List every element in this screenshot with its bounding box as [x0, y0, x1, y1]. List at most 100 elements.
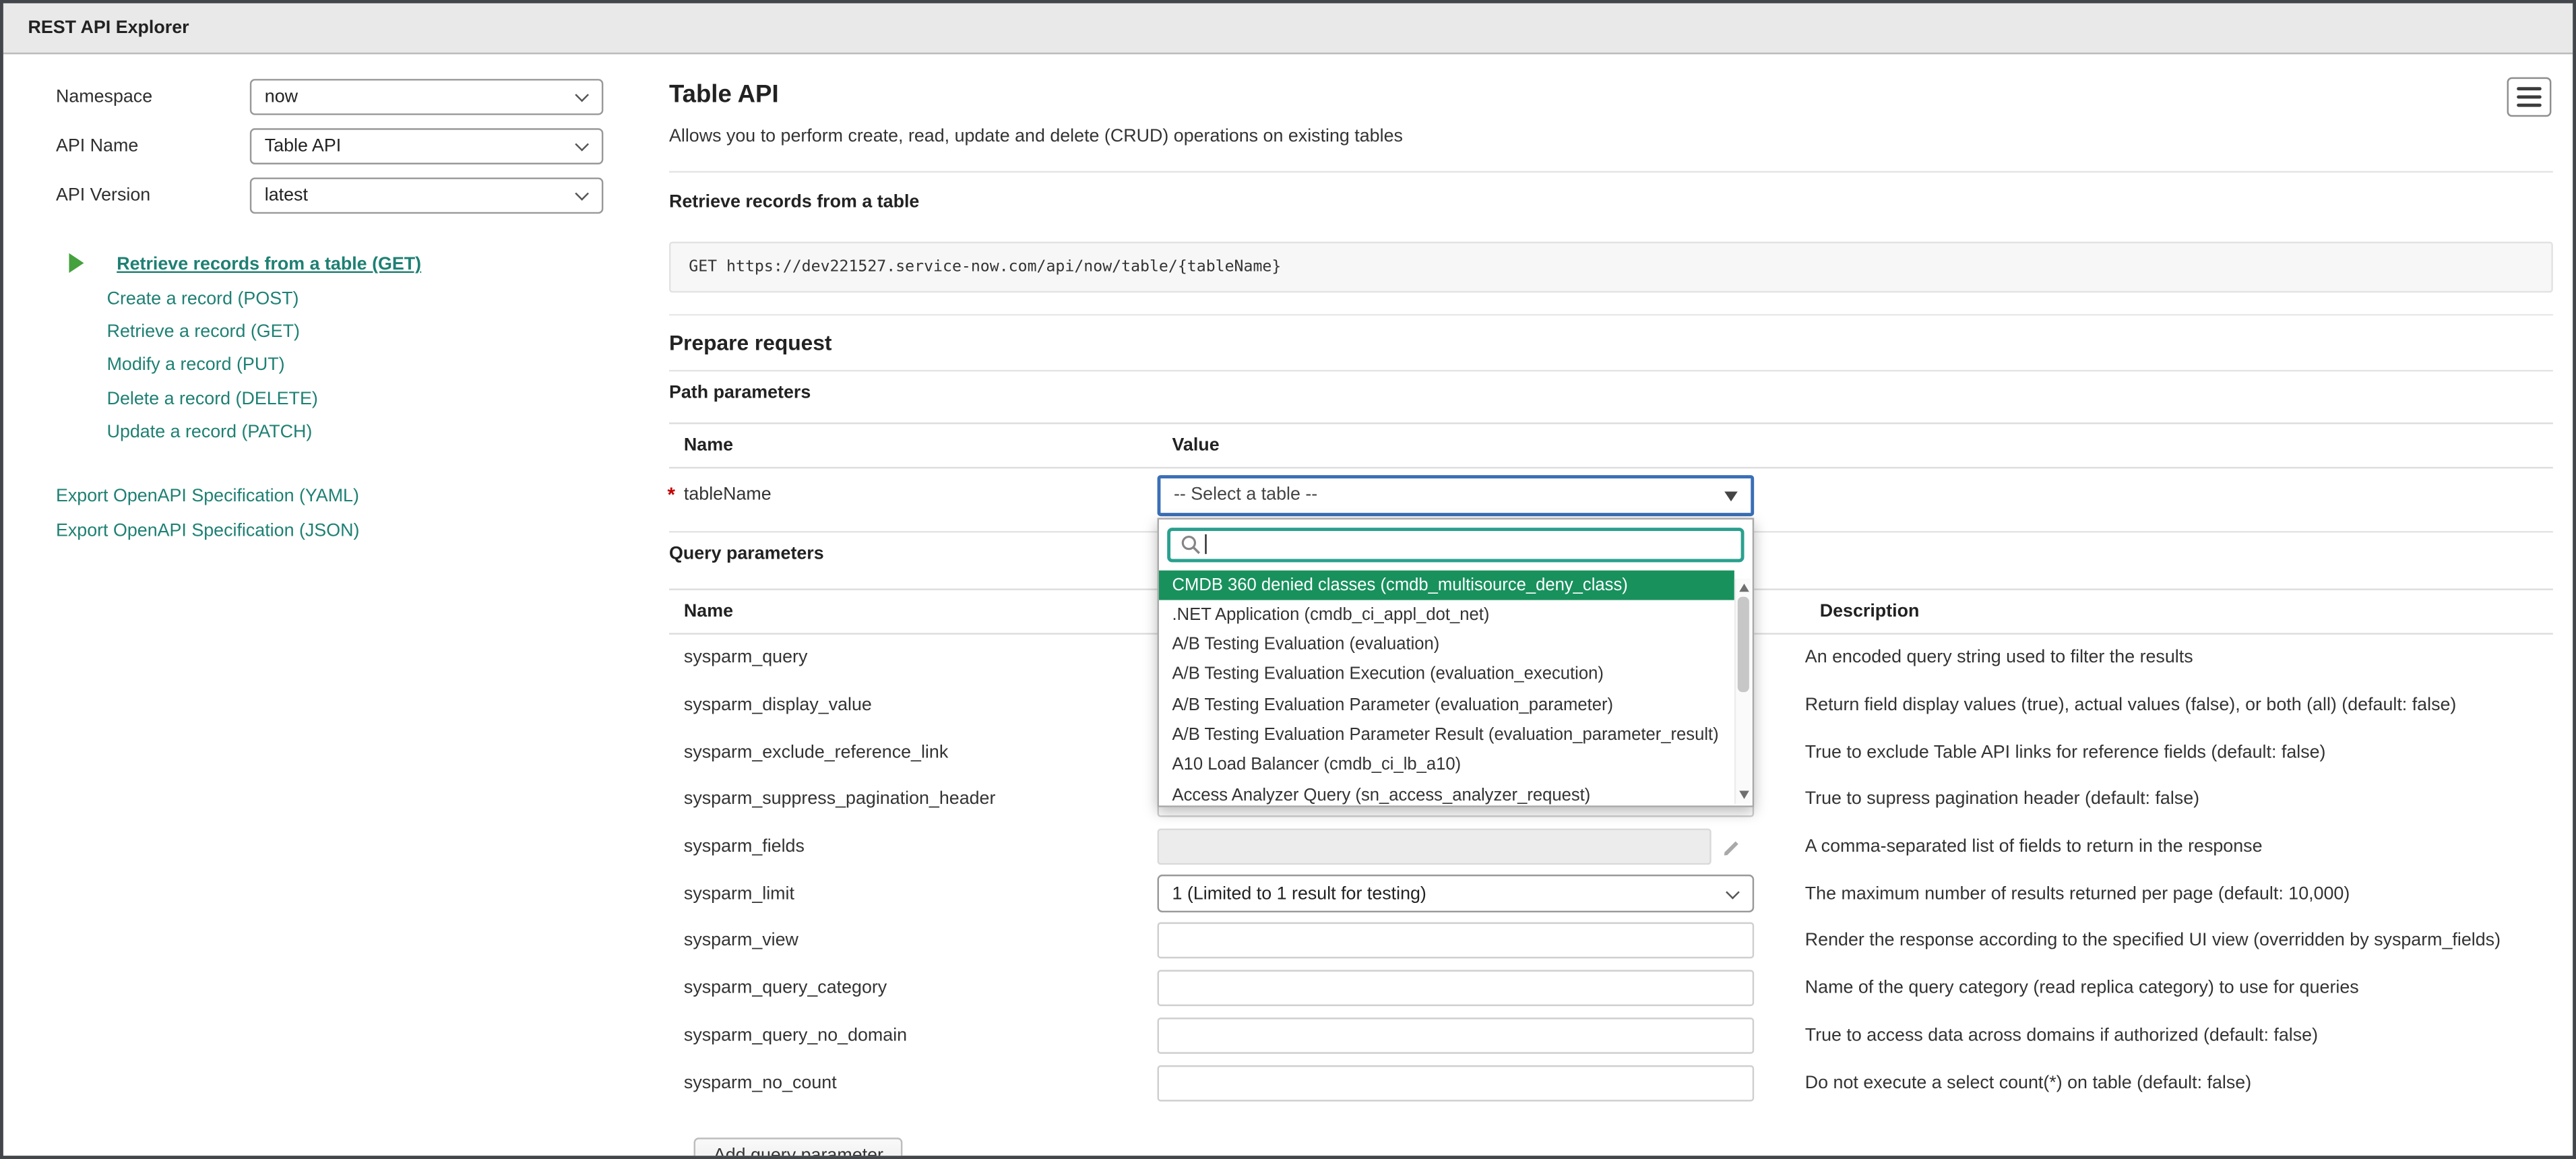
table-row: * tableName -- Select a table -- [669, 468, 2553, 521]
add-query-parameter-button[interactable]: Add query parameter [694, 1137, 904, 1159]
table-row: sysparm_query_category Name of the query… [669, 965, 2553, 1012]
scrollbar-thumb[interactable] [1738, 596, 1749, 691]
divider [669, 171, 2553, 173]
column-header-name: Name [669, 436, 1158, 456]
namespace-select[interactable]: now [250, 79, 604, 115]
namespace-label: Namespace [56, 87, 250, 106]
endpoint-heading: Retrieve records from a table [669, 192, 2553, 214]
param-name: sysparm_query_no_domain [669, 1026, 1158, 1045]
list-item[interactable]: A/B Testing Evaluation Parameter Result … [1159, 720, 1734, 751]
table-row: sysparm_view Render the response accordi… [669, 918, 2553, 965]
column-header-name: Name [669, 602, 1158, 621]
sidebar-item-update-record[interactable]: Update a record (PATCH) [56, 416, 644, 449]
sidebar-item-retrieve-records[interactable]: Retrieve records from a table (GET) [56, 248, 644, 282]
param-name: sysparm_exclude_reference_link [669, 743, 1158, 762]
search-icon [1181, 534, 1202, 555]
sysparm-view-input[interactable] [1158, 923, 1755, 960]
rest-api-explorer-window: REST API Explorer Namespace now API Name… [0, 0, 2576, 1159]
method-link[interactable]: Modify a record (PUT) [107, 356, 285, 375]
method-link[interactable]: Update a record (PATCH) [107, 422, 313, 442]
sysparm-fields-input [1158, 829, 1711, 865]
divider [669, 314, 2553, 315]
param-description: True to access data across domains if au… [1805, 1026, 2553, 1045]
chevron-down-icon [1726, 885, 1740, 899]
list-item[interactable]: CMDB 360 denied classes (cmdb_multisourc… [1159, 569, 1734, 600]
sidebar-item-retrieve-record[interactable]: Retrieve a record (GET) [56, 315, 644, 349]
text-caret [1205, 534, 1206, 554]
api-version-select[interactable]: latest [250, 177, 604, 214]
table-row: sysparm_limit 1 (Limited to 1 result for… [669, 871, 2553, 918]
export-json-link[interactable]: Export OpenAPI Specification (JSON) [56, 514, 644, 548]
param-name: sysparm_fields [669, 837, 1158, 856]
param-description: True to exclude Table API links for refe… [1805, 743, 2553, 762]
path-parameters-section: Path parameters Name Value * tableName -… [669, 370, 2553, 521]
param-name: sysparm_no_count [669, 1073, 1158, 1092]
select-arrow-icon [1724, 491, 1738, 501]
export-links: Export OpenAPI Specification (YAML) Expo… [56, 480, 644, 547]
list-item[interactable]: A10 Load Balancer (cmdb_ci_lb_a10) [1159, 750, 1734, 780]
method-link[interactable]: Create a record (POST) [107, 288, 299, 308]
sidebar: Namespace now API Name Table API API Ver… [3, 55, 644, 1156]
param-name: sysparm_suppress_pagination_header [669, 790, 1158, 809]
sidebar-item-modify-record[interactable]: Modify a record (PUT) [56, 349, 644, 383]
app-title: REST API Explorer [28, 18, 189, 38]
column-header-description: Description [1805, 602, 2553, 621]
column-header-value: Value [1158, 436, 2553, 456]
chevron-down-icon [575, 137, 589, 152]
api-name-select[interactable]: Table API [250, 128, 604, 164]
request-url: GET https://dev221527.service-now.com/ap… [669, 242, 2553, 293]
active-method-arrow-icon [69, 253, 84, 273]
api-version-label: API Version [56, 186, 250, 206]
api-version-select-value: latest [265, 186, 308, 206]
api-name-select-value: Table API [265, 136, 341, 156]
method-link[interactable]: Delete a record (DELETE) [107, 389, 318, 408]
param-description: The maximum number of results returned p… [1805, 884, 2553, 904]
prepare-request-heading: Prepare request [669, 330, 2553, 355]
param-name-tablename: * tableName [669, 485, 1158, 505]
param-name: sysparm_limit [669, 884, 1158, 904]
param-name: sysparm_display_value [669, 695, 1158, 715]
sysparm-query-no-domain-input[interactable] [1158, 1017, 1755, 1054]
export-yaml-link[interactable]: Export OpenAPI Specification (YAML) [56, 480, 644, 514]
table-select-dropdown: CMDB 360 denied classes (cmdb_multisourc… [1158, 517, 1755, 806]
table-row: sysparm_fields A comma-separated list of… [669, 823, 2553, 871]
sysparm-query-category-input[interactable] [1158, 970, 1755, 1007]
list-item[interactable]: .NET Application (cmdb_ci_appl_dot_net) [1159, 600, 1734, 630]
pencil-icon[interactable] [1721, 836, 1742, 858]
list-item[interactable]: A/B Testing Evaluation Execution (evalua… [1159, 660, 1734, 690]
namespace-field-row: Namespace now [56, 79, 644, 115]
sidebar-item-delete-record[interactable]: Delete a record (DELETE) [56, 382, 644, 416]
param-name: sysparm_query [669, 648, 1158, 668]
chevron-down-icon [575, 88, 589, 102]
chevron-down-icon [575, 187, 589, 201]
method-link[interactable]: Retrieve records from a table (GET) [117, 255, 421, 275]
table-row: sysparm_no_count Do not execute a select… [669, 1059, 2553, 1106]
sysparm-no-count-input[interactable] [1158, 1065, 1755, 1101]
method-link[interactable]: Retrieve a record (GET) [107, 322, 300, 342]
page-title: Table API [669, 81, 2553, 108]
list-item[interactable]: Access Analyzer Query (sn_access_analyze… [1159, 780, 1734, 807]
table-row: sysparm_query_no_domain True to access d… [669, 1012, 2553, 1059]
titlebar: REST API Explorer [3, 3, 2573, 55]
sysparm-limit-select-value: 1 (Limited to 1 result for testing) [1172, 884, 1426, 904]
table-option-list: CMDB 360 denied classes (cmdb_multisourc… [1159, 569, 1753, 806]
param-description: Name of the query category (read replica… [1805, 978, 2553, 998]
param-description: Do not execute a select count(*) on tabl… [1805, 1073, 2553, 1092]
scroll-down-icon[interactable] [1738, 790, 1749, 798]
tablename-select-value: -- Select a table -- [1174, 485, 1317, 505]
sidebar-item-create-record[interactable]: Create a record (POST) [56, 282, 644, 315]
list-item[interactable]: A/B Testing Evaluation (evaluation) [1159, 630, 1734, 660]
scroll-up-icon[interactable] [1738, 583, 1749, 591]
list-item[interactable]: A/B Testing Evaluation Parameter (evalua… [1159, 690, 1734, 720]
param-description: A comma-separated list of fields to retu… [1805, 837, 2553, 856]
param-name: sysparm_view [669, 931, 1158, 951]
required-asterisk: * [668, 483, 675, 506]
sysparm-limit-select[interactable]: 1 (Limited to 1 result for testing) [1158, 875, 1755, 913]
tablename-select[interactable]: -- Select a table -- [1158, 474, 1755, 515]
hamburger-menu-icon[interactable] [2507, 77, 2552, 117]
api-version-field-row: API Version latest [56, 177, 644, 214]
path-parameters-heading: Path parameters [669, 383, 2553, 404]
dropdown-scrollbar[interactable] [1734, 578, 1751, 803]
table-search-input[interactable] [1167, 527, 1744, 561]
api-name-field-row: API Name Table API [56, 128, 644, 164]
